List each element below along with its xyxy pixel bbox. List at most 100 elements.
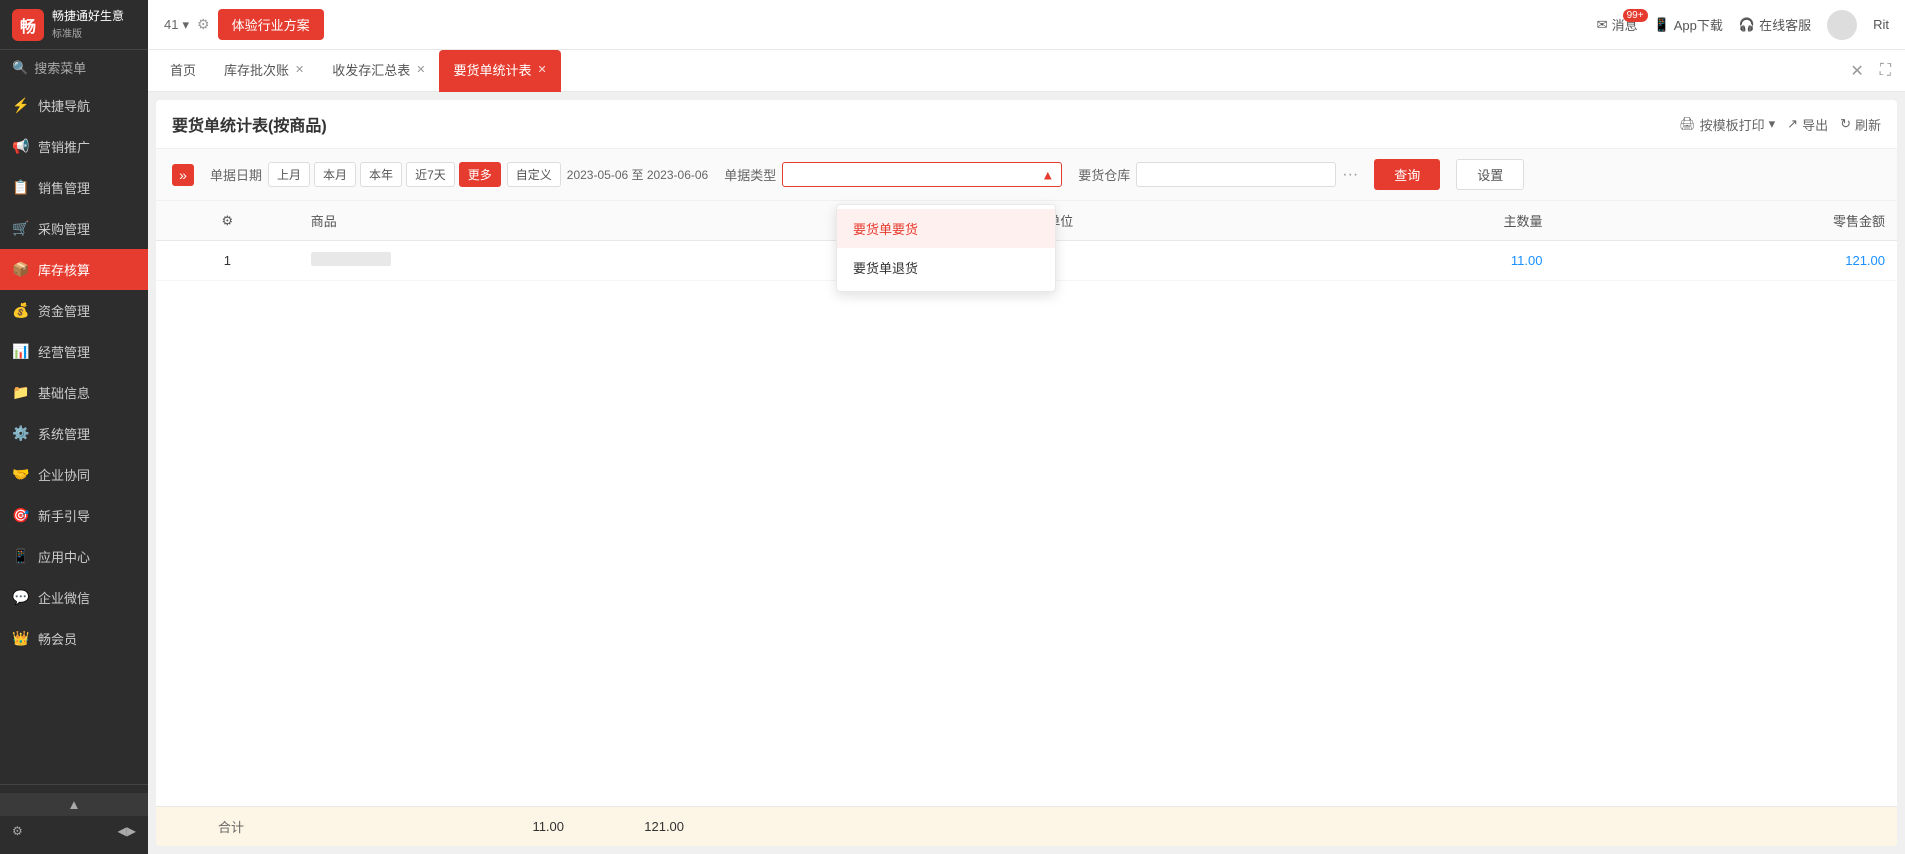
query-btn[interactable]: 查询 (1374, 159, 1440, 190)
logo-edition: 标准版 (52, 25, 124, 40)
amount-link[interactable]: 121.00 (1845, 253, 1885, 268)
logo-name: 畅捷通好生意 (52, 9, 124, 25)
refresh-btn[interactable]: ↻ 刷新 (1840, 115, 1881, 134)
collapse-btn[interactable]: ◀▶ (106, 816, 148, 846)
print-btn[interactable]: 🖨 按模板打印 ▾ (1679, 115, 1775, 134)
nav-label: 营销推广 (38, 137, 90, 156)
sidebar-item-finance[interactable]: 💰 资金管理 (0, 290, 148, 331)
type-filter-group: 单据类型 ▲ (724, 162, 1062, 187)
nav-label: 销售管理 (38, 178, 90, 197)
support-label: 在线客服 (1759, 15, 1811, 34)
sidebar-item-system[interactable]: ⚙️ 系统管理 (0, 413, 148, 454)
tab-close-all-btn[interactable]: ✕ (1844, 57, 1869, 85)
trial-btn[interactable]: 体验行业方案 (218, 9, 324, 40)
sidebar-item-inventory[interactable]: 📦 库存核算 (0, 249, 148, 290)
row-goods (299, 241, 870, 281)
dropdown-item-order-return[interactable]: 要货单退货 (837, 248, 1055, 287)
app-icon: 📱 (1654, 17, 1670, 33)
tab-receive-summary[interactable]: 收发存汇总表 ✕ (318, 50, 439, 92)
warehouse-input[interactable] (1136, 162, 1336, 187)
date-filter-label: 单据日期 (210, 165, 262, 184)
print-chevron-icon: ▾ (1769, 116, 1776, 132)
date-this-year-btn[interactable]: 本年 (360, 162, 402, 187)
sidebar-item-enterprise[interactable]: 🤝 企业协同 (0, 454, 148, 495)
row-qty[interactable]: 11.00 (1212, 241, 1554, 281)
refresh-icon: ↻ (1840, 116, 1851, 132)
tab-close-btn[interactable]: ✕ (538, 63, 547, 76)
settings-btn-sidebar[interactable]: ⚙ (0, 816, 35, 846)
sidebar-item-guide[interactable]: 🎯 新手引导 (0, 495, 148, 536)
support-icon: 🎧 (1739, 17, 1755, 33)
sidebar-item-wechat[interactable]: 💬 企业微信 (0, 577, 148, 618)
warehouse-more-icon[interactable]: ··· (1342, 166, 1358, 184)
topbar-settings-icon[interactable]: ⚙ (197, 16, 210, 33)
tab-inventory-batch[interactable]: 库存批次账 ✕ (210, 50, 318, 92)
tab-close-btn[interactable]: ✕ (416, 63, 425, 76)
appstore-icon: 📱 (12, 548, 30, 565)
online-support-btn[interactable]: 🎧 在线客服 (1739, 15, 1811, 34)
sidebar-item-marketing[interactable]: 📢 营销推广 (0, 126, 148, 167)
date-this-month-btn[interactable]: 本月 (314, 162, 356, 187)
main-area: 41 ▾ ⚙ 体验行业方案 ✉ 消息 99+ 📱 App下载 🎧 在线客服 Ri… (148, 0, 1905, 854)
scroll-up-btn[interactable]: ▲ (0, 793, 148, 816)
nav-label: 库存核算 (38, 260, 90, 279)
search-menu[interactable]: 🔍 搜索菜单 (0, 50, 148, 85)
qty-link[interactable]: 11.00 (1511, 253, 1543, 268)
tab-order-stats[interactable]: 要货单统计表 ✕ (439, 50, 560, 92)
type-select-wrapper: ▲ (782, 162, 1062, 187)
sales-icon: 📋 (12, 179, 30, 196)
col-amount-header: 零售金额 (1554, 201, 1897, 241)
tab-fullscreen-btn[interactable]: ⛶ (1874, 57, 1897, 85)
sidebar-item-quick-nav[interactable]: ⚡ 快捷导航 (0, 85, 148, 126)
date-shortcuts: 上月 本月 本年 近7天 更多 (268, 162, 501, 187)
type-select-input[interactable] (782, 162, 1062, 187)
footer-amount: 121.00 (564, 819, 684, 834)
tab-home[interactable]: 首页 (156, 50, 210, 92)
filter-settings-btn[interactable]: 设置 (1456, 159, 1524, 190)
settings-icon: ⚙ (12, 824, 23, 838)
user-avatar[interactable] (1827, 10, 1857, 40)
store-select[interactable]: 41 ▾ (164, 17, 189, 33)
page-header: 要货单统计表(按商品) 🖨 按模板打印 ▾ ↗ 导出 ↻ 刷新 (156, 100, 1897, 149)
row-amount[interactable]: 121.00 (1554, 241, 1897, 281)
date-last-7days-btn[interactable]: 近7天 (406, 162, 455, 187)
logo-icon: 畅 (12, 9, 44, 41)
messages-btn[interactable]: ✉ 消息 99+ (1597, 15, 1638, 34)
sidebar-item-basic[interactable]: 📁 基础信息 (0, 372, 148, 413)
row-num: 1 (156, 241, 299, 281)
export-btn[interactable]: ↗ 导出 (1787, 115, 1828, 134)
app-download-btn[interactable]: 📱 App下载 (1654, 15, 1723, 34)
top-bar-left: 41 ▾ ⚙ 体验行业方案 (164, 9, 324, 40)
nav-label: 系统管理 (38, 424, 90, 443)
sidebar-item-sales[interactable]: 📋 销售管理 (0, 167, 148, 208)
sidebar-item-operations[interactable]: 📊 经营管理 (0, 331, 148, 372)
sidebar-item-appstore[interactable]: 📱 应用中心 (0, 536, 148, 577)
date-more-btn[interactable]: 更多 (459, 162, 501, 187)
col-settings-icon-header[interactable]: ⚙ (156, 201, 299, 241)
date-prev-month-btn[interactable]: 上月 (268, 162, 310, 187)
goods-placeholder (311, 252, 391, 266)
search-menu-label: 搜索菜单 (34, 58, 86, 77)
date-custom-btn[interactable]: 自定义 (507, 162, 561, 187)
dropdown-item-order-goods[interactable]: 要货单要货 (837, 209, 1055, 248)
collapse-icon: ◀▶ (118, 824, 136, 838)
sidebar: 畅 畅捷通好生意 标准版 🔍 搜索菜单 ⚡ 快捷导航 📢 营销推广 📋 销售管理… (0, 0, 148, 854)
app-label: App下载 (1674, 15, 1723, 34)
expand-filter-btn[interactable]: » (172, 164, 194, 186)
date-filter-group: 单据日期 上月 本月 本年 近7天 更多 自定义 2023-05-06 至 20… (210, 162, 708, 187)
nav-label: 应用中心 (38, 547, 90, 566)
store-number: 41 (164, 17, 178, 32)
sidebar-item-member[interactable]: 👑 畅会员 (0, 618, 148, 659)
system-icon: ⚙️ (12, 425, 30, 442)
tab-close-btn[interactable]: ✕ (295, 63, 304, 76)
sidebar-item-purchase[interactable]: 🛒 采购管理 (0, 208, 148, 249)
member-icon: 👑 (12, 630, 30, 647)
purchase-icon: 🛒 (12, 220, 30, 237)
content-area: 要货单统计表(按商品) 🖨 按模板打印 ▾ ↗ 导出 ↻ 刷新 » (156, 100, 1897, 846)
print-icon: 🖨 (1679, 116, 1696, 132)
nav-label: 企业协同 (38, 465, 90, 484)
inventory-icon: 📦 (12, 261, 30, 278)
tab-bar-actions: ✕ ⛶ (1844, 57, 1897, 85)
message-badge: 99+ (1623, 9, 1648, 22)
enterprise-icon: 🤝 (12, 466, 30, 483)
